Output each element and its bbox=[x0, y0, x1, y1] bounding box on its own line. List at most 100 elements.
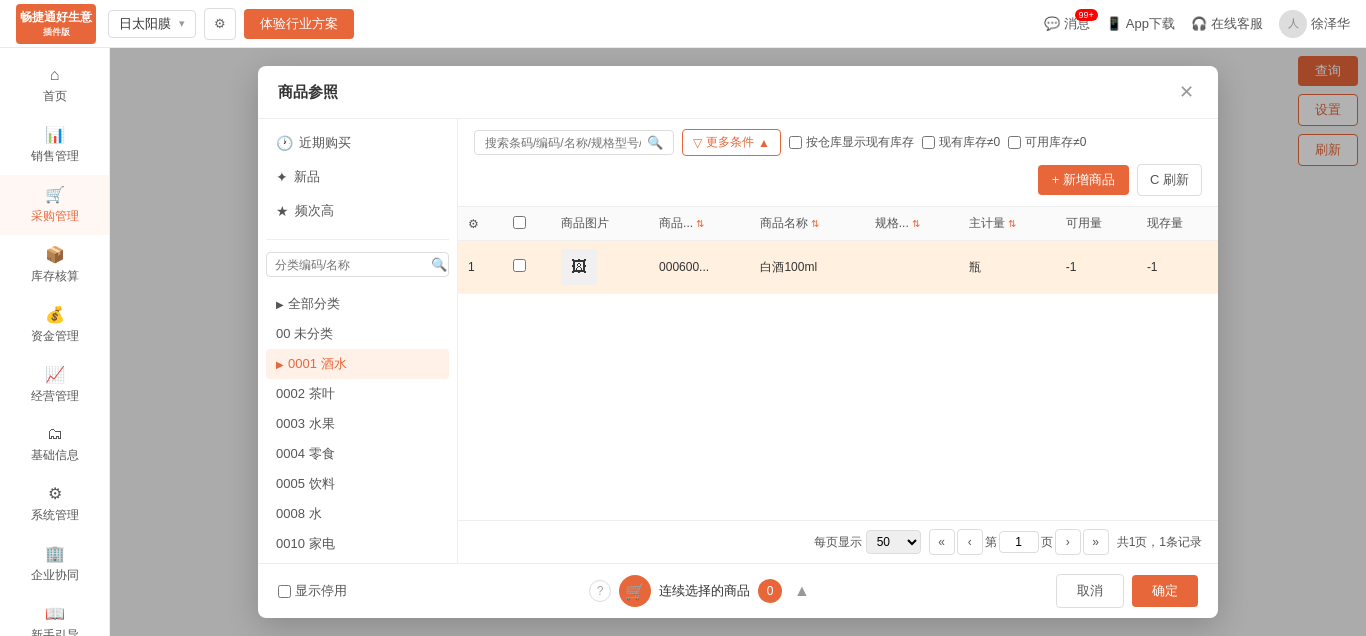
recent-label: 近期购买 bbox=[299, 134, 351, 152]
category-0001[interactable]: ▶ 0001 酒水 bbox=[266, 349, 449, 379]
next-page-button[interactable]: › bbox=[1055, 529, 1081, 555]
sidebar-item-home[interactable]: ⌂ 首页 bbox=[0, 56, 109, 115]
more-filters-button[interactable]: ▽ 更多条件 ▲ bbox=[682, 129, 781, 156]
category-0003[interactable]: 0003 水果 bbox=[266, 409, 449, 439]
prev-page-button[interactable]: ‹ bbox=[957, 529, 983, 555]
logo-line2: 插件版 bbox=[43, 26, 70, 39]
total-info: 共1页，1条记录 bbox=[1117, 534, 1202, 551]
sidebar-label-guide: 新手引导 bbox=[31, 627, 79, 636]
sort-name-icon[interactable]: ⇅ bbox=[811, 218, 819, 229]
category-search-icon[interactable]: 🔍 bbox=[431, 257, 447, 272]
sidebar-item-sales[interactable]: 📊 销售管理 bbox=[0, 115, 109, 175]
sort-spec-icon[interactable]: ⇅ bbox=[912, 218, 920, 229]
add-product-button[interactable]: + 新增商品 bbox=[1038, 165, 1129, 195]
sidebar-label-home: 首页 bbox=[43, 88, 67, 105]
sidebar-item-guide[interactable]: 📖 新手引导 bbox=[0, 594, 109, 636]
category-0010[interactable]: 0010 家电 bbox=[266, 529, 449, 559]
warehouse-label: 按仓库显示现有库存 bbox=[806, 134, 914, 151]
col-unit-label: 主计量 bbox=[969, 215, 1005, 232]
per-page-select[interactable]: 50 20 100 bbox=[866, 530, 921, 554]
category-all[interactable]: ▶ 全部分类 bbox=[266, 289, 449, 319]
page-size-selector: 每页显示 50 20 100 bbox=[814, 530, 921, 554]
available-nonzero-filter[interactable]: 可用库存≠0 bbox=[1008, 134, 1086, 151]
category-all-label: 全部分类 bbox=[288, 295, 340, 313]
category-0004[interactable]: 0004 零食 bbox=[266, 439, 449, 469]
col-image: 商品图片 bbox=[551, 207, 649, 241]
category-0008[interactable]: 0008 水 bbox=[266, 499, 449, 529]
product-table-container: ⚙ 商品图片 商品... ⇅ bbox=[458, 206, 1218, 520]
warehouse-display-filter[interactable]: 按仓库显示现有库存 bbox=[789, 134, 914, 151]
stock-nonzero-filter[interactable]: 现有库存≠0 bbox=[922, 134, 1000, 151]
help-icon[interactable]: ? bbox=[589, 580, 611, 602]
col-available-label: 可用量 bbox=[1066, 216, 1102, 230]
page-suffix: 页 bbox=[1041, 534, 1053, 551]
category-0005[interactable]: 0005 饮料 bbox=[266, 469, 449, 499]
navbar: 畅捷通好生意 插件版 日太阳膜 ▾ ⚙ 体验行业方案 💬 消息 99+ 📱 Ap… bbox=[0, 0, 1366, 48]
frequent-icon: ★ bbox=[276, 203, 289, 219]
footer-right: 取消 确定 bbox=[1056, 574, 1198, 608]
col-settings[interactable]: ⚙ bbox=[458, 207, 503, 241]
product-search-icon[interactable]: 🔍 bbox=[647, 135, 663, 150]
table-header: ⚙ 商品图片 商品... ⇅ bbox=[458, 207, 1218, 241]
sidebar-item-inventory[interactable]: 📦 库存核算 bbox=[0, 235, 109, 295]
username-label: 徐泽华 bbox=[1311, 15, 1350, 33]
trial-button[interactable]: 体验行业方案 bbox=[244, 9, 354, 39]
category-0005-label: 0005 饮料 bbox=[276, 475, 335, 493]
online-service-nav-item[interactable]: 🎧 在线客服 bbox=[1191, 15, 1263, 33]
filter-label: 更多条件 bbox=[706, 134, 754, 151]
show-disabled-checkbox[interactable] bbox=[278, 585, 291, 598]
sidebar-item-purchase[interactable]: 🛒 采购管理 bbox=[0, 175, 109, 235]
sidebar-nav-frequent[interactable]: ★ 频次高 bbox=[266, 195, 449, 227]
sidebar-nav-new[interactable]: ✦ 新品 bbox=[266, 161, 449, 193]
category-0002[interactable]: 0002 茶叶 bbox=[266, 379, 449, 409]
category-00[interactable]: 00 未分类 bbox=[266, 319, 449, 349]
collapse-footer-button[interactable]: ▲ bbox=[790, 579, 814, 603]
settings-icon[interactable]: ⚙ bbox=[204, 8, 236, 40]
user-nav-item[interactable]: 人 徐泽华 bbox=[1279, 10, 1350, 38]
sidebar-label-system: 系统管理 bbox=[31, 507, 79, 524]
sidebar-item-basic[interactable]: 🗂 基础信息 bbox=[0, 415, 109, 474]
first-page-button[interactable]: « bbox=[929, 529, 955, 555]
product-reference-modal: 商品参照 ✕ 🕐 近期购买 ✦ 新 bbox=[258, 66, 1218, 618]
col-name-label: 商品名称 bbox=[760, 215, 808, 232]
last-page-button[interactable]: » bbox=[1083, 529, 1109, 555]
app-download-nav-item[interactable]: 📱 App下载 bbox=[1106, 15, 1175, 33]
modal-sidebar-nav: 🕐 近期购买 ✦ 新品 ★ 频次高 bbox=[258, 119, 457, 235]
recent-icon: 🕐 bbox=[276, 135, 293, 151]
modal-main: 🔍 ▽ 更多条件 ▲ 按仓库显示现有库存 bbox=[458, 119, 1218, 563]
operations-icon: 📈 bbox=[45, 365, 65, 384]
category-search-input[interactable] bbox=[275, 258, 425, 272]
confirm-button[interactable]: 确定 bbox=[1132, 575, 1198, 607]
sort-code-icon[interactable]: ⇅ bbox=[696, 218, 704, 229]
warehouse-checkbox[interactable] bbox=[789, 136, 802, 149]
category-list: ▶ 全部分类 00 未分类 ▶ 0001 酒水 0002 茶 bbox=[258, 285, 457, 563]
row-checkbox[interactable] bbox=[513, 259, 526, 272]
col-spec: 规格... ⇅ bbox=[865, 207, 959, 241]
table-row[interactable]: 1 🖼 000600... 白酒100ml 瓶 bbox=[458, 241, 1218, 294]
product-search-input[interactable] bbox=[485, 136, 641, 150]
messages-nav-item[interactable]: 💬 消息 99+ bbox=[1044, 15, 1090, 33]
sidebar-item-operations[interactable]: 📈 经营管理 bbox=[0, 355, 109, 415]
category-0002-label: 0002 茶叶 bbox=[276, 385, 335, 403]
sidebar-item-enterprise[interactable]: 🏢 企业协同 bbox=[0, 534, 109, 594]
modal-close-button[interactable]: ✕ bbox=[1174, 80, 1198, 104]
sidebar: ⌂ 首页 📊 销售管理 🛒 采购管理 📦 库存核算 💰 资金管理 📈 经营管理 … bbox=[0, 48, 110, 636]
store-name: 日太阳膜 bbox=[119, 15, 171, 33]
finance-icon: 💰 bbox=[45, 305, 65, 324]
sort-unit-icon[interactable]: ⇅ bbox=[1008, 218, 1016, 229]
sidebar-item-finance[interactable]: 💰 资金管理 bbox=[0, 295, 109, 355]
available-nonzero-checkbox[interactable] bbox=[1008, 136, 1021, 149]
category-0008-label: 0008 水 bbox=[276, 505, 322, 523]
avatar: 人 bbox=[1279, 10, 1307, 38]
cancel-button[interactable]: 取消 bbox=[1056, 574, 1124, 608]
show-disabled-label[interactable]: 显示停用 bbox=[278, 582, 347, 600]
store-selector[interactable]: 日太阳膜 ▾ bbox=[108, 10, 196, 38]
page-number-input[interactable] bbox=[999, 531, 1039, 553]
refresh-button[interactable]: C 刷新 bbox=[1137, 164, 1202, 196]
cart-icon[interactable]: 🛒 bbox=[619, 575, 651, 607]
stock-nonzero-checkbox[interactable] bbox=[922, 136, 935, 149]
sidebar-item-system[interactable]: ⚙ 系统管理 bbox=[0, 474, 109, 534]
messages-badge: 99+ bbox=[1075, 9, 1098, 21]
select-all-checkbox[interactable] bbox=[513, 216, 526, 229]
sidebar-nav-recent[interactable]: 🕐 近期购买 bbox=[266, 127, 449, 159]
